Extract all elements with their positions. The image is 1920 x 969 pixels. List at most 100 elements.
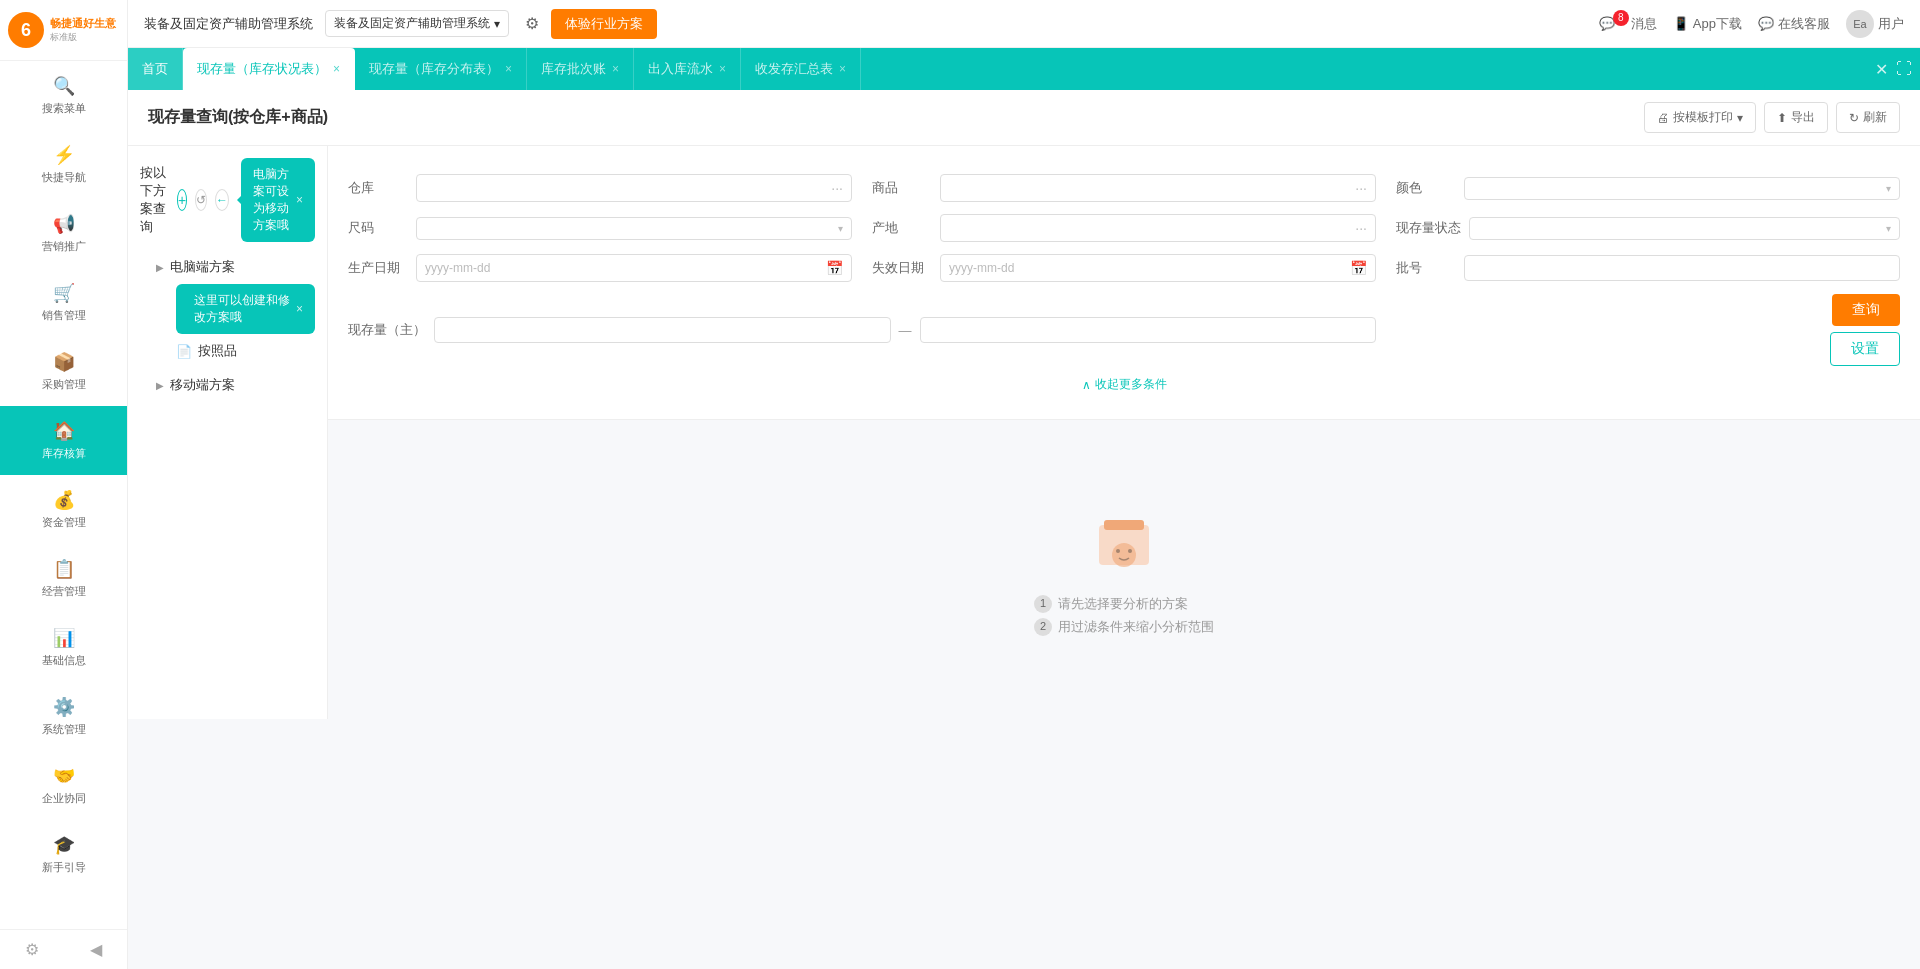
warehouse-select[interactable]: ··· — [416, 174, 852, 202]
empty-tip-2-text: 用过滤条件来缩小分析范围 — [1058, 615, 1214, 638]
sidebar-nav: 🔍 搜索菜单 ⚡ 快捷导航 📢 营销推广 🛒 销售管理 📦 采购管理 🏠 库存核… — [0, 61, 127, 929]
tab-batch-account-close[interactable]: × — [612, 62, 619, 76]
inventory-main-start[interactable] — [434, 317, 891, 343]
sidebar-item-marketing[interactable]: 📢 营销推广 — [0, 199, 127, 268]
tab-inout-flow-label: 出入库流水 — [648, 60, 713, 78]
tabbar-close-all[interactable]: ✕ — [1875, 60, 1888, 79]
filter-header: 按以下方案查询 + ↺ ← 电脑方案可设为移动方案哦 × — [140, 158, 315, 242]
commodity-dots[interactable]: ··· — [1355, 180, 1367, 196]
tab-inventory-status-close[interactable]: × — [333, 62, 340, 76]
expiry-date-label: 失效日期 — [872, 259, 932, 277]
sidebar-item-sales[interactable]: 🛒 销售管理 — [0, 268, 127, 337]
user-item[interactable]: Ea 用户 — [1846, 10, 1904, 38]
sidebar-item-enterprise[interactable]: 🤝 企业协同 — [0, 751, 127, 820]
expiry-date-start[interactable]: yyyy-mm-dd 📅 — [940, 254, 1376, 282]
topbar-system-select[interactable]: 装备及固定资产辅助管理系统 ▾ — [325, 10, 509, 37]
scheme-desktop[interactable]: ▶ 电脑端方案 — [156, 254, 315, 280]
tab-inventory-dist[interactable]: 现存量（库存分布表） × — [355, 48, 527, 90]
tab-inventory-status[interactable]: 现存量（库存状况表） × — [183, 48, 355, 90]
scheme-mobile[interactable]: ▶ 移动端方案 — [156, 372, 315, 398]
tab-inventory-dist-close[interactable]: × — [505, 62, 512, 76]
reset-button[interactable]: 设置 — [1830, 332, 1900, 366]
left-scheme-panel: 按以下方案查询 + ↺ ← 电脑方案可设为移动方案哦 × ▶ 电脑端方案 — [128, 146, 328, 719]
topbar-gear-icon[interactable]: ⚙ — [525, 14, 539, 33]
collapse-label: 收起更多条件 — [1095, 376, 1167, 393]
warehouse-label: 仓库 — [348, 179, 408, 197]
size-select[interactable]: ▾ — [416, 217, 852, 240]
filter-row-batch: 批号 — [1396, 254, 1900, 282]
finance-icon: 💰 — [53, 489, 75, 511]
refresh-button[interactable]: ↻ 刷新 — [1836, 102, 1900, 133]
inventory-main-end[interactable] — [920, 317, 1377, 343]
inventory-status-label: 现存量状态 — [1396, 219, 1461, 237]
inventory-status-select[interactable]: ▾ — [1469, 217, 1900, 240]
sidebar-item-quicknav[interactable]: ⚡ 快捷导航 — [0, 130, 127, 199]
tab-home[interactable]: 首页 — [128, 48, 183, 90]
sidebar-item-operation[interactable]: 📋 经营管理 — [0, 544, 127, 613]
tab-batch-account[interactable]: 库存批次账 × — [527, 48, 634, 90]
batch-input[interactable] — [1464, 255, 1900, 281]
topbar-system-title: 装备及固定资产辅助管理系统 — [144, 15, 313, 33]
settings-footer-btn[interactable]: ⚙ — [25, 940, 39, 959]
filter-row-production-date: 生产日期 yyyy-mm-dd 📅 — [348, 254, 852, 282]
sidebar-item-system[interactable]: ⚙️ 系统管理 — [0, 682, 127, 751]
scheme-desktop-item-anzhaoping[interactable]: 📄 按照品 — [176, 338, 315, 364]
search-button[interactable]: 查询 — [1832, 294, 1900, 326]
sidebar-item-purchase[interactable]: 📦 采购管理 — [0, 337, 127, 406]
size-label: 尺码 — [348, 219, 408, 237]
tab-inventory-status-label: 现存量（库存状况表） — [197, 60, 327, 78]
commodity-select[interactable]: ··· — [940, 174, 1376, 202]
app-download-item[interactable]: 📱 App下载 — [1673, 15, 1742, 33]
tabbar-maximize[interactable]: ⛶ — [1896, 60, 1912, 78]
refresh-icon: ↻ — [1849, 111, 1859, 125]
tab-collection-summary[interactable]: 收发存汇总表 × — [741, 48, 861, 90]
sidebar-item-finance[interactable]: 💰 资金管理 — [0, 475, 127, 544]
sidebar-item-guide-label: 新手引导 — [42, 860, 86, 875]
refresh-scheme-button[interactable]: ↺ — [195, 189, 207, 211]
sidebar-item-inventory-label: 库存核算 — [42, 446, 86, 461]
tab-inout-flow-close[interactable]: × — [719, 62, 726, 76]
origin-select[interactable]: ··· — [940, 214, 1376, 242]
sidebar-item-finance-label: 资金管理 — [42, 515, 86, 530]
tooltip-2-close[interactable]: × — [296, 302, 303, 316]
color-select[interactable]: ▾ — [1464, 177, 1900, 200]
messages-label: 消息 — [1631, 15, 1657, 33]
collapse-more-button[interactable]: ∧ 收起更多条件 — [348, 366, 1900, 403]
collapse-footer-btn[interactable]: ◀ — [90, 940, 102, 959]
sidebar-item-search[interactable]: 🔍 搜索菜单 — [0, 61, 127, 130]
export-button[interactable]: ⬆ 导出 — [1764, 102, 1828, 133]
messages-item[interactable]: 💬 8 消息 — [1599, 15, 1657, 33]
empty-tip-2: 2 用过滤条件来缩小分析范围 — [1034, 615, 1214, 638]
print-button[interactable]: 🖨 按模板打印 ▾ — [1644, 102, 1756, 133]
production-date-start[interactable]: yyyy-mm-dd 📅 — [416, 254, 852, 282]
scheme-item-icon: 📄 — [176, 344, 192, 359]
sidebar-item-marketing-label: 营销推广 — [42, 239, 86, 254]
print-arrow: ▾ — [1737, 111, 1743, 125]
tooltip-1-close[interactable]: × — [296, 193, 303, 207]
online-service-item[interactable]: 💬 在线客服 — [1758, 15, 1830, 33]
svg-point-4 — [1128, 549, 1132, 553]
sidebar-item-basic[interactable]: 📊 基础信息 — [0, 613, 127, 682]
sidebar-item-guide[interactable]: 🎓 新手引导 — [0, 820, 127, 889]
trial-button[interactable]: 体验行业方案 — [551, 9, 657, 39]
topbar-right: 💬 8 消息 📱 App下载 💬 在线客服 Ea 用户 — [1599, 10, 1904, 38]
tooltip-bubble-2: 这里可以创建和修改方案哦 × — [176, 284, 315, 334]
topbar: 装备及固定资产辅助管理系统 装备及固定资产辅助管理系统 ▾ ⚙ 体验行业方案 💬… — [128, 0, 1920, 48]
svg-point-2 — [1112, 543, 1136, 567]
sidebar-item-quicknav-label: 快捷导航 — [42, 170, 86, 185]
sidebar-logo: 6 畅捷通好生意 标准版 — [0, 0, 127, 61]
online-service-label: 在线客服 — [1778, 15, 1830, 33]
add-scheme-button[interactable]: + — [177, 189, 187, 211]
sidebar-footer: ⚙ ◀ — [0, 929, 127, 969]
desktop-scheme-label: 电脑端方案 — [170, 258, 235, 276]
system-icon: ⚙️ — [53, 696, 75, 718]
warehouse-dots[interactable]: ··· — [831, 180, 843, 196]
tab-collection-summary-close[interactable]: × — [839, 62, 846, 76]
sidebar-item-inventory[interactable]: 🏠 库存核算 — [0, 406, 127, 475]
user-avatar: Ea — [1846, 10, 1874, 38]
filter-row-expiry-date: 失效日期 yyyy-mm-dd 📅 — [872, 254, 1376, 282]
filter-panel: 仓库 ··· 商品 ··· — [328, 146, 1920, 420]
origin-dots[interactable]: ··· — [1355, 220, 1367, 236]
tab-inout-flow[interactable]: 出入库流水 × — [634, 48, 741, 90]
back-scheme-button[interactable]: ← — [215, 189, 229, 211]
